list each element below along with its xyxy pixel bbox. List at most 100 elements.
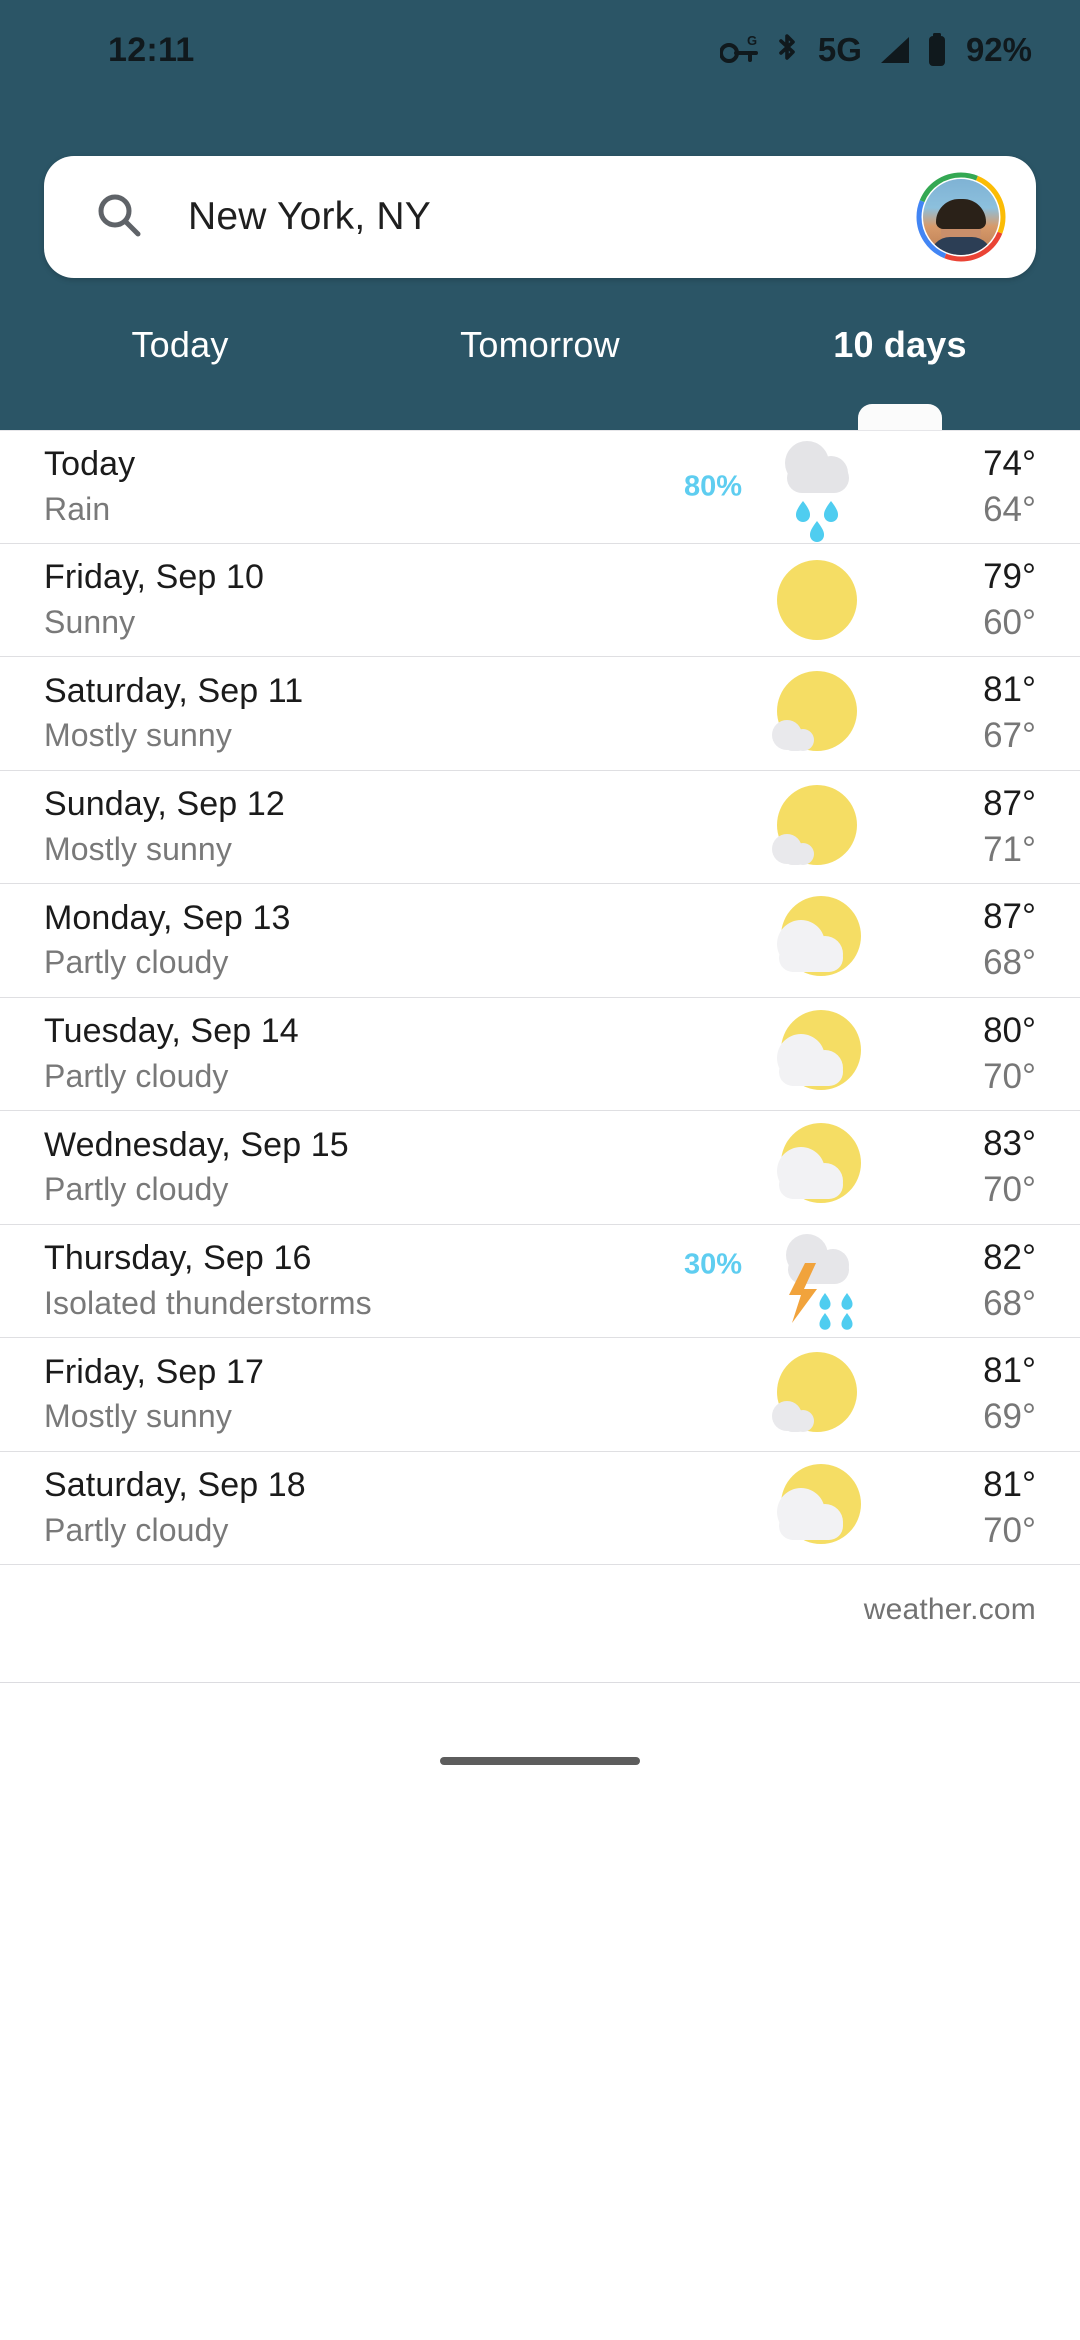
forecast-condition-label: Partly cloudy (44, 1057, 229, 1094)
temperature-low: 69° (983, 1396, 1036, 1436)
forecast-row[interactable]: Monday, Sep 13 Partly cloudy 87° 68° (0, 884, 1080, 998)
avatar[interactable] (914, 170, 1008, 264)
temperature-low: 68° (983, 1283, 1036, 1323)
forecast-day-label: Today (44, 445, 136, 484)
forecast-day-label: Saturday, Sep 18 (44, 1466, 306, 1505)
battery-percent-label: 92% (965, 31, 1032, 68)
forecast-temperatures: 81° 70° (926, 1463, 1036, 1553)
forecast-condition-label: Sunny (44, 603, 136, 640)
forecast-condition-label: Rain (44, 490, 111, 527)
forecast-row[interactable]: Wednesday, Sep 15 Partly cloudy 83° 70° (0, 1111, 1080, 1225)
temperature-low: 64° (983, 489, 1036, 529)
forecast-day-label: Saturday, Sep 11 (44, 671, 304, 710)
temperature-low: 68° (983, 942, 1036, 982)
forecast-condition-label: Mostly sunny (44, 717, 232, 754)
temperature-high: 83° (983, 1124, 1036, 1164)
signal-icon (876, 34, 912, 66)
partly-cloudy-icon (759, 1450, 875, 1566)
forecast-day-label: Friday, Sep 10 (44, 558, 264, 597)
temperature-high: 79° (983, 556, 1036, 596)
status-icon-group: G 5G 92% (719, 31, 1032, 69)
home-gesture-handle[interactable] (440, 1757, 640, 1765)
forecast-row-text: Friday, Sep 17 Mostly sunny (0, 1351, 1080, 1438)
partly-cloudy-icon (759, 1109, 875, 1225)
forecast-row[interactable]: Saturday, Sep 18 Partly cloudy 81° 70° (0, 1450, 1080, 1566)
vpn-key-icon: G (719, 33, 760, 67)
forecast-condition-label: Partly cloudy (44, 1171, 229, 1208)
forecast-row-text: Tuesday, Sep 14 Partly cloudy (0, 1010, 1080, 1097)
avatar-hair (936, 199, 986, 229)
temperature-high: 82° (983, 1237, 1036, 1277)
sunny-icon (759, 542, 875, 658)
forecast-row[interactable]: Thursday, Sep 16 Isolated thunderstorms 30… (0, 1223, 1080, 1339)
avatar-photo (923, 179, 999, 255)
forecast-temperatures: 82° 68° (926, 1236, 1036, 1326)
forecast-day-label: Monday, Sep 13 (44, 898, 291, 937)
forecast-list: Today Rain 80% 74° 64° Friday, Sep 10 Sunny 79°… (0, 430, 1080, 1565)
forecast-temperatures: 87° 68° (926, 895, 1036, 985)
search-input[interactable]: New York, NY (188, 195, 914, 239)
forecast-row-text: Wednesday, Sep 15 Partly cloudy (0, 1124, 1080, 1211)
tab-today-label: Today (131, 324, 229, 365)
tab-tomorrow-label: Tomorrow (460, 324, 620, 365)
temperature-high: 87° (983, 783, 1036, 823)
precipitation-chance: 30% (683, 1248, 742, 1281)
temperature-low: 70° (983, 1169, 1036, 1209)
avatar-shirt (930, 237, 992, 255)
forecast-row[interactable]: Friday, Sep 17 Mostly sunny 81° 69° (0, 1338, 1080, 1452)
forecast-row-text: Friday, Sep 10 Sunny (0, 556, 1080, 643)
tab-today[interactable]: Today (0, 310, 360, 430)
partly-cloudy-icon (759, 996, 875, 1112)
thunderstorm-icon (759, 1223, 875, 1339)
search-icon (94, 190, 144, 245)
battery-icon (926, 33, 948, 67)
forecast-row[interactable]: Tuesday, Sep 14 Partly cloudy 80° 70° (0, 996, 1080, 1112)
status-bar: 12:11 G 5G 92% (0, 0, 1080, 100)
forecast-condition-label: Isolated thunderstorms (44, 1284, 372, 1321)
forecast-row-text: Thursday, Sep 16 Isolated thunderstorms (0, 1237, 1080, 1324)
weather-source-link[interactable]: weather.com (864, 1593, 1036, 1627)
forecast-temperatures: 80° 70° (926, 1009, 1036, 1099)
temperature-low: 70° (983, 1510, 1036, 1550)
forecast-row[interactable]: Saturday, Sep 11 Mostly sunny 81° 67° (0, 657, 1080, 771)
forecast-row[interactable]: Sunday, Sep 12 Mostly sunny 87° 71° (0, 769, 1080, 885)
bluetooth-icon (774, 32, 800, 68)
temperature-high: 74° (983, 443, 1036, 483)
forecast-row-text: Saturday, Sep 11 Mostly sunny (0, 670, 1080, 757)
forecast-condition-label: Mostly sunny (44, 830, 232, 867)
temperature-high: 87° (983, 897, 1036, 937)
tab-active-indicator (858, 404, 942, 430)
mostly-sunny-icon (759, 769, 875, 885)
precipitation-chance: 80% (683, 470, 742, 503)
status-clock: 12:11 (108, 30, 195, 69)
forecast-day-label: Sunday, Sep 12 (44, 785, 285, 824)
forecast-day-label: Friday, Sep 17 (44, 1352, 264, 1391)
partly-cloudy-icon (759, 882, 875, 998)
system-nav-bar (0, 1683, 1080, 1795)
forecast-temperatures: 87° 71° (926, 782, 1036, 872)
tab-10-days[interactable]: 10 days (720, 310, 1080, 430)
forecast-row[interactable]: Friday, Sep 10 Sunny 79° 60° (0, 542, 1080, 658)
forecast-condition-label: Partly cloudy (44, 1511, 229, 1548)
temperature-high: 80° (983, 1010, 1036, 1050)
search-bar[interactable]: New York, NY (44, 156, 1036, 278)
attribution-area: weather.com (0, 1565, 1080, 1683)
temperature-high: 81° (983, 670, 1036, 710)
mostly-sunny-icon (759, 655, 875, 771)
forecast-temperatures: 81° 67° (926, 668, 1036, 758)
mostly-sunny-icon (759, 1336, 875, 1452)
forecast-row-text: Today Rain (0, 443, 1080, 530)
temperature-high: 81° (983, 1351, 1036, 1391)
forecast-temperatures: 79° 60° (926, 555, 1036, 645)
forecast-row[interactable]: Today Rain 80% 74° 64° (0, 430, 1080, 544)
app-header: 12:11 G 5G 92% New York, NY Today Tomorr… (0, 0, 1080, 430)
forecast-row-text: Monday, Sep 13 Partly cloudy (0, 897, 1080, 984)
temperature-low: 60° (983, 602, 1036, 642)
forecast-condition-label: Partly cloudy (44, 944, 229, 981)
forecast-day-label: Tuesday, Sep 14 (44, 1012, 299, 1051)
forecast-day-label: Wednesday, Sep 15 (44, 1125, 349, 1164)
forecast-row-text: Sunday, Sep 12 Mostly sunny (0, 783, 1080, 870)
forecast-temperatures: 81° 69° (926, 1349, 1036, 1439)
tab-bar: Today Tomorrow 10 days (0, 310, 1080, 430)
tab-tomorrow[interactable]: Tomorrow (360, 310, 720, 430)
